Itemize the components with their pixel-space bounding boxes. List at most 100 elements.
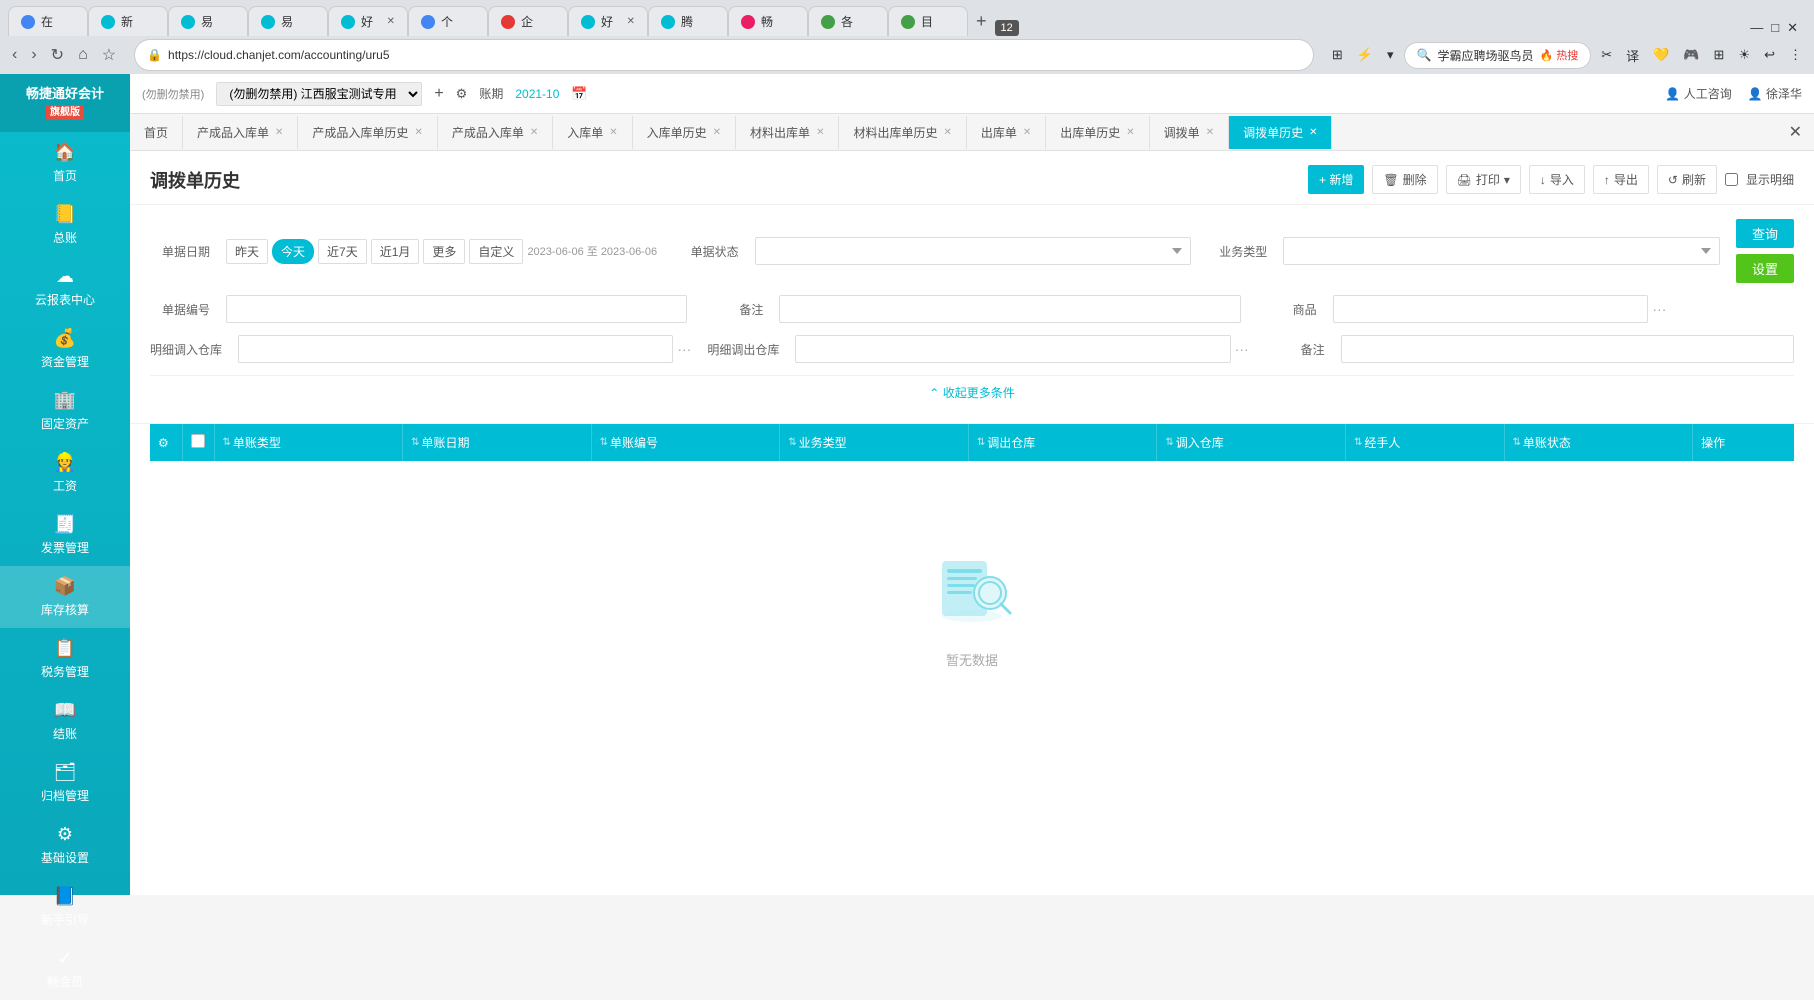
search-bar[interactable]: 🔍 学霸应聘场驱鸟员 🔥 热搜 xyxy=(1404,42,1592,69)
tab-outbound-close[interactable]: ✕ xyxy=(1023,127,1031,138)
forward-button[interactable]: › xyxy=(27,42,40,68)
refresh-button[interactable]: ↺ 刷新 xyxy=(1657,165,1717,194)
tab-outbound[interactable]: 出库单 ✕ xyxy=(967,116,1046,149)
sidebar-item-settings[interactable]: ⚙ 基础设置 xyxy=(0,814,130,876)
translate-icon[interactable]: 译 xyxy=(1622,42,1643,69)
customer-service-button[interactable]: 👤 人工咨询 xyxy=(1665,85,1731,102)
tab-material-outbound-history[interactable]: 材料出库单历史 ✕ xyxy=(839,116,966,149)
remark2-input[interactable] xyxy=(1341,335,1794,363)
date-today[interactable]: 今天 xyxy=(272,239,314,264)
company-selector[interactable]: (勿删勿禁用) 江西服宝测试专用 xyxy=(216,82,422,106)
sidebar-item-capital[interactable]: 💰 资金管理 xyxy=(0,318,130,380)
delete-button[interactable]: 🗑 删除 xyxy=(1372,165,1437,194)
close-button[interactable]: ✕ xyxy=(1787,20,1798,36)
browser-tab-9[interactable]: 腾 xyxy=(648,6,728,36)
detail-in-more-icon[interactable]: ··· xyxy=(677,341,691,357)
browser-tab-10[interactable]: 畅 xyxy=(728,6,808,36)
add-company-button[interactable]: + xyxy=(434,85,443,103)
status-select[interactable] xyxy=(755,237,1192,265)
tab-inbound-history[interactable]: 入库单历史 ✕ xyxy=(633,116,736,149)
show-columns-toggle[interactable]: 显示明细 xyxy=(1725,171,1794,188)
wallet-icon[interactable]: 💛 xyxy=(1649,43,1673,67)
sidebar-item-archive[interactable]: 🗂 归档管理 xyxy=(0,752,130,814)
print-button[interactable]: 🖨 打印 ▾ xyxy=(1446,165,1521,194)
detail-out-more-icon[interactable]: ··· xyxy=(1235,341,1249,357)
tab-home[interactable]: 首页 xyxy=(130,116,183,149)
tab-product-inbound2-close[interactable]: ✕ xyxy=(530,127,538,138)
browser-tab-7[interactable]: 企 xyxy=(488,6,568,36)
date-yesterday[interactable]: 昨天 xyxy=(226,239,268,264)
undo-icon[interactable]: ↩ xyxy=(1760,43,1779,67)
user-avatar[interactable]: 👤 徐泽华 xyxy=(1748,85,1802,102)
extensions-icon[interactable]: ⊞ xyxy=(1328,43,1347,67)
col-gear[interactable]: ⚙ xyxy=(150,424,182,461)
col-date[interactable]: ⇅ 单账日期 xyxy=(403,424,592,461)
scissors-icon[interactable]: ✂ xyxy=(1597,43,1616,67)
col-out-warehouse[interactable]: ⇅ 调出仓库 xyxy=(968,424,1157,461)
tab-close-5[interactable]: ✕ xyxy=(387,16,395,27)
sidebar-item-vip[interactable]: ✓ 畅会员 xyxy=(0,938,130,1000)
tab-material-outbound-close[interactable]: ✕ xyxy=(816,127,824,138)
tab-close-all-button[interactable]: ✕ xyxy=(1777,114,1814,150)
sidebar-item-salary[interactable]: 👷 工资 xyxy=(0,442,130,504)
address-bar[interactable]: 🔒 https://cloud.chanjet.com/accounting/u… xyxy=(134,39,1314,71)
tab-material-outbound-history-close[interactable]: ✕ xyxy=(943,127,951,138)
date-custom[interactable]: 自定义 xyxy=(469,239,523,264)
col-checkbox[interactable] xyxy=(182,424,214,461)
sidebar-item-closing[interactable]: 📖 结账 xyxy=(0,690,130,752)
col-type[interactable]: ⇅ 单账类型 xyxy=(214,424,403,461)
export-button[interactable]: ↑ 导出 xyxy=(1593,165,1649,194)
period-value[interactable]: 2021-10 xyxy=(515,87,559,101)
remark-input[interactable] xyxy=(779,295,1240,323)
sidebar-item-inventory[interactable]: 📦 库存核算 xyxy=(0,566,130,628)
sun-icon[interactable]: ☀ xyxy=(1734,43,1754,67)
minimize-button[interactable]: — xyxy=(1750,20,1763,36)
maximize-button[interactable]: □ xyxy=(1771,20,1779,36)
game-icon[interactable]: 🎮 xyxy=(1679,43,1703,67)
col-biztype[interactable]: ⇅ 业务类型 xyxy=(780,424,969,461)
browser-tab-6[interactable]: 个 xyxy=(408,6,488,36)
tab-product-inbound2[interactable]: 产成品入库单 ✕ xyxy=(438,116,553,149)
tab-transfer-history-close[interactable]: ✕ xyxy=(1309,127,1317,138)
browser-tab-5[interactable]: 好 ✕ xyxy=(328,6,408,36)
browser-tab-2[interactable]: 新 xyxy=(88,6,168,36)
sidebar-item-invoice[interactable]: 🧾 发票管理 xyxy=(0,504,130,566)
calendar-icon[interactable]: 📅 xyxy=(571,86,587,102)
select-all-checkbox[interactable] xyxy=(191,434,205,448)
col-in-warehouse[interactable]: ⇅ 调入仓库 xyxy=(1157,424,1346,461)
settings-button[interactable]: 设置 xyxy=(1736,254,1794,283)
sidebar-item-reports[interactable]: ☁ 云报表中心 xyxy=(0,256,130,318)
browser-tab-8[interactable]: 好 ✕ xyxy=(568,6,648,36)
tab-inbound-history-close[interactable]: ✕ xyxy=(713,127,721,138)
company-settings-icon[interactable]: ⚙ xyxy=(456,86,468,102)
sidebar-item-home[interactable]: 🏠 首页 xyxy=(0,132,130,194)
dropdown-icon[interactable]: ▾ xyxy=(1383,43,1398,67)
col-handler[interactable]: ⇅ 经手人 xyxy=(1345,424,1504,461)
show-columns-checkbox[interactable] xyxy=(1725,173,1738,186)
business-type-select[interactable] xyxy=(1283,237,1720,265)
menu-icon[interactable]: ⋮ xyxy=(1785,43,1806,67)
import-button[interactable]: ↓ 导入 xyxy=(1529,165,1585,194)
tab-transfer[interactable]: 调拨单 ✕ xyxy=(1150,116,1229,149)
home-button[interactable]: ⌂ xyxy=(74,42,92,68)
tab-inbound-close[interactable]: ✕ xyxy=(609,127,617,138)
goods-more-icon[interactable]: ··· xyxy=(1652,301,1666,317)
bookmark-button[interactable]: ☆ xyxy=(98,41,120,69)
flash-icon[interactable]: ⚡ xyxy=(1353,43,1377,67)
date-7days[interactable]: 近7天 xyxy=(318,239,367,264)
tab-material-outbound[interactable]: 材料出库单 ✕ xyxy=(736,116,839,149)
col-number[interactable]: ⇅ 单账编号 xyxy=(591,424,780,461)
date-more[interactable]: 更多 xyxy=(423,239,465,264)
tab-outbound-history-close[interactable]: ✕ xyxy=(1126,127,1134,138)
tab-inbound[interactable]: 入库单 ✕ xyxy=(553,116,632,149)
grid-icon[interactable]: ⊞ xyxy=(1710,43,1729,67)
detail-out-input[interactable] xyxy=(795,335,1230,363)
browser-tab-4[interactable]: 易 xyxy=(248,6,328,36)
browser-tab-11[interactable]: 各 xyxy=(808,6,888,36)
col-status[interactable]: ⇅ 单账状态 xyxy=(1504,424,1693,461)
sidebar-item-assets[interactable]: 🏢 固定资产 xyxy=(0,380,130,442)
sidebar-item-tax[interactable]: 📋 税务管理 xyxy=(0,628,130,690)
browser-tab-1[interactable]: 在 xyxy=(8,6,88,36)
goods-input[interactable] xyxy=(1333,295,1649,323)
back-button[interactable]: ‹ xyxy=(8,42,21,68)
